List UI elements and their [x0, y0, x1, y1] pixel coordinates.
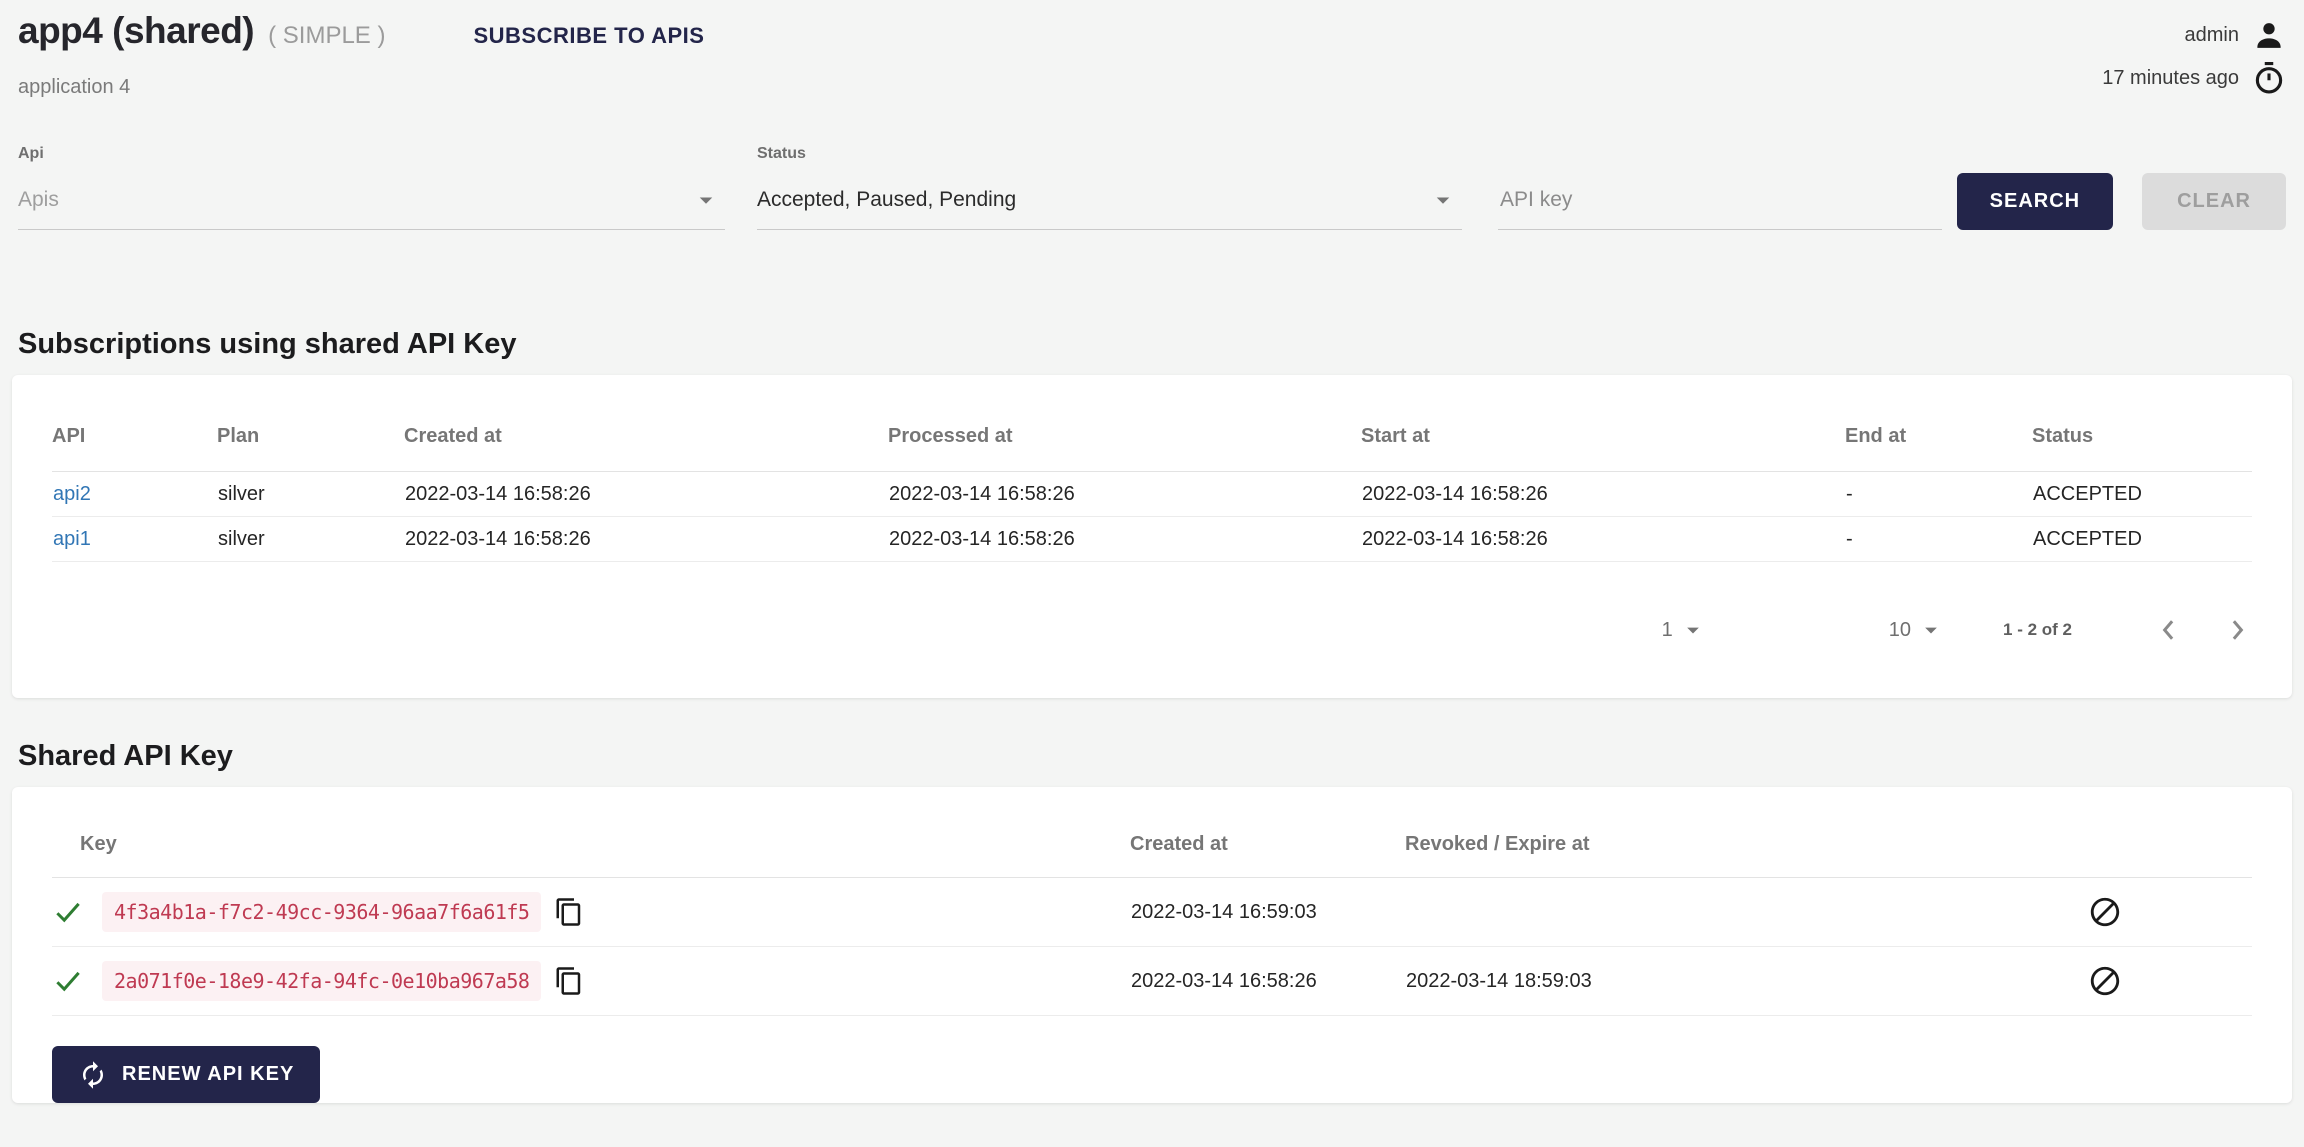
revoke-key-icon[interactable]: [2088, 964, 2122, 998]
api-key-input[interactable]: [1498, 188, 1942, 230]
page-select-value: 1: [1662, 619, 1673, 642]
status-filter-select[interactable]: Accepted, Paused, Pending: [757, 185, 1462, 230]
table-row: api1 silver 2022-03-14 16:58:26 2022-03-…: [52, 517, 2252, 562]
cell-end-at: -: [1845, 472, 2032, 517]
col-api: API: [52, 375, 217, 472]
autorenew-icon: [78, 1060, 108, 1090]
cell-created-at: 2022-03-14 16:58:26: [404, 472, 888, 517]
col-end-at: End at: [1845, 375, 2032, 472]
cell-plan: silver: [217, 517, 404, 562]
cell-created-at: 2022-03-14 16:58:26: [404, 517, 888, 562]
table-row: 2a071f0e-18e9-42fa-94fc-0e10ba967a58 202…: [52, 947, 2252, 1016]
cell-plan: silver: [217, 472, 404, 517]
cell-processed-at: 2022-03-14 16:58:26: [888, 517, 1361, 562]
status-filter-value: Accepted, Paused, Pending: [757, 188, 1016, 212]
pagination-range: 1 - 2 of 2: [2003, 620, 2072, 640]
topbar-right: admin 17 minutes ago: [2102, 10, 2286, 99]
subscriptions-header-row: API Plan Created at Processed at Start a…: [52, 375, 2252, 472]
page-size-value: 10: [1889, 619, 1911, 642]
revoke-key-icon[interactable]: [2088, 895, 2122, 929]
copy-icon[interactable]: [554, 897, 584, 927]
col-status: Status: [2032, 375, 2252, 472]
shared-key-header-row: Key Created at Revoked / Expire at: [52, 787, 2252, 878]
cell-end-at: -: [1845, 517, 2032, 562]
chevron-down-icon: [1428, 185, 1458, 215]
plan-type-label: ( SIMPLE ): [268, 22, 385, 50]
application-page: app4 (shared) ( SIMPLE ) SUBSCRIBE TO AP…: [0, 0, 2304, 1103]
timer-icon: [2252, 61, 2286, 95]
search-button[interactable]: SEARCH: [1957, 173, 2113, 230]
shared-key-table: Key Created at Revoked / Expire at 4f3a4…: [52, 787, 2252, 1016]
owner-label: admin: [2185, 24, 2239, 47]
copy-icon[interactable]: [554, 966, 584, 996]
api-key-value: 4f3a4b1a-f7c2-49cc-9364-96aa7f6a61f5: [102, 892, 541, 932]
col-created-at: Created at: [404, 375, 888, 472]
valid-check-icon: [53, 897, 83, 927]
page-title: app4 (shared): [18, 10, 254, 52]
valid-check-icon: [53, 966, 83, 996]
page-select[interactable]: 1: [1662, 616, 1707, 644]
table-row: api2 silver 2022-03-14 16:58:26 2022-03-…: [52, 472, 2252, 517]
pagination: 1 10 1 - 2 of 2: [52, 562, 2252, 698]
chevron-down-icon: [1679, 616, 1707, 644]
cell-start-at: 2022-03-14 16:58:26: [1361, 517, 1845, 562]
api-filter-select[interactable]: Apis: [18, 185, 725, 230]
chevron-down-icon: [1917, 616, 1945, 644]
previous-page-icon[interactable]: [2154, 615, 2184, 645]
chevron-down-icon: [691, 185, 721, 215]
cell-key-created-at: 2022-03-14 16:58:26: [1130, 947, 1405, 1016]
api-filter-field: Api Apis: [18, 145, 725, 230]
api-filter-label: Api: [18, 145, 725, 163]
renew-api-key-label: RENEW API KEY: [122, 1063, 294, 1086]
cell-key-created-at: 2022-03-14 16:59:03: [1130, 878, 1405, 947]
status-badge: ACCEPTED: [2032, 517, 2252, 562]
cell-start-at: 2022-03-14 16:58:26: [1361, 472, 1845, 517]
api-link[interactable]: api1: [53, 528, 91, 550]
topbar: app4 (shared) ( SIMPLE ) SUBSCRIBE TO AP…: [12, 0, 2292, 99]
clear-button[interactable]: CLEAR: [2142, 173, 2286, 230]
status-filter-field: Status Accepted, Paused, Pending: [757, 145, 1462, 230]
last-update-label: 17 minutes ago: [2102, 67, 2239, 90]
api-link[interactable]: api2: [53, 483, 91, 505]
application-description: application 4: [18, 76, 704, 99]
topbar-left: app4 (shared) ( SIMPLE ) SUBSCRIBE TO AP…: [18, 10, 704, 99]
shared-key-card: Key Created at Revoked / Expire at 4f3a4…: [12, 787, 2292, 1103]
subscription-filters: Api Apis Status Accepted, Paused, Pendin…: [12, 145, 2292, 230]
subscriptions-card: API Plan Created at Processed at Start a…: [12, 375, 2292, 698]
status-badge: ACCEPTED: [2032, 472, 2252, 517]
status-filter-label: Status: [757, 145, 1462, 163]
col-plan: Plan: [217, 375, 404, 472]
col-start-at: Start at: [1361, 375, 1845, 472]
cell-processed-at: 2022-03-14 16:58:26: [888, 472, 1361, 517]
subscriptions-heading: Subscriptions using shared API Key: [12, 328, 2292, 361]
cell-revoked-at: [1405, 878, 2087, 947]
shared-key-heading: Shared API Key: [12, 740, 2292, 773]
table-row: 4f3a4b1a-f7c2-49cc-9364-96aa7f6a61f5 202…: [52, 878, 2252, 947]
col-processed-at: Processed at: [888, 375, 1361, 472]
renew-api-key-button[interactable]: RENEW API KEY: [52, 1046, 320, 1103]
cell-revoked-at: 2022-03-14 18:59:03: [1405, 947, 2087, 1016]
subscribe-to-apis-link[interactable]: SUBSCRIBE TO APIS: [473, 23, 704, 49]
page-size-select[interactable]: 10: [1889, 616, 1945, 644]
subscriptions-table: API Plan Created at Processed at Start a…: [52, 375, 2252, 562]
api-key-value: 2a071f0e-18e9-42fa-94fc-0e10ba967a58: [102, 961, 541, 1001]
col-revoked-expire-at: Revoked / Expire at: [1405, 787, 2087, 878]
col-key-created-at: Created at: [1130, 787, 1405, 878]
col-key: Key: [52, 787, 1130, 878]
col-actions: [2087, 787, 2252, 878]
api-filter-placeholder: Apis: [18, 188, 59, 212]
person-icon: [2252, 18, 2286, 52]
next-page-icon[interactable]: [2222, 615, 2252, 645]
